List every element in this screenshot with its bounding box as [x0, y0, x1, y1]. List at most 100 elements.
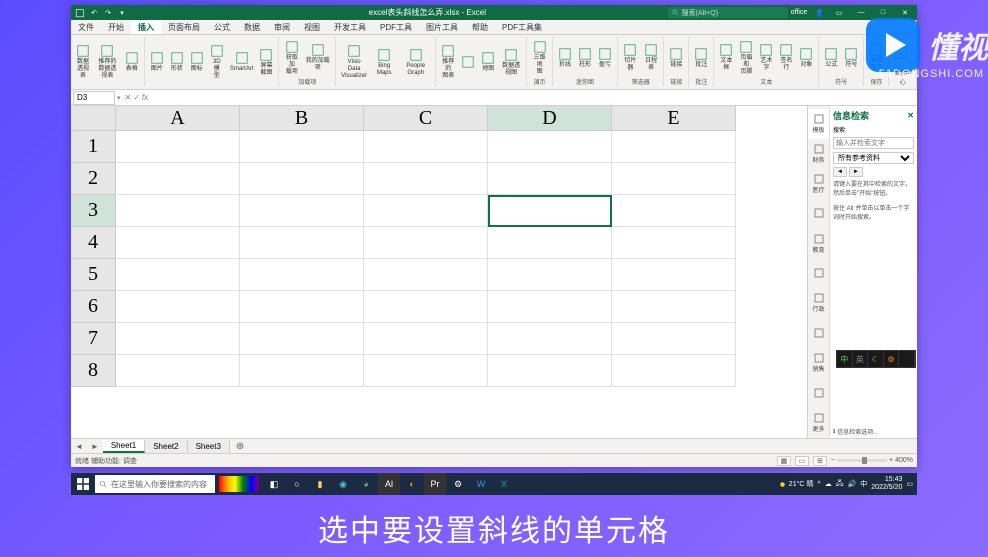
- spine-item-7[interactable]: [808, 318, 829, 348]
- taskbar-search[interactable]: 在这里输入你要搜索的内容: [95, 475, 215, 493]
- taskbar-app-edge[interactable]: ◉: [332, 473, 354, 495]
- start-button[interactable]: [71, 473, 95, 495]
- ribbon-tab-7[interactable]: 视图: [297, 20, 327, 34]
- select-all-corner[interactable]: [71, 106, 116, 131]
- task-view-icon[interactable]: ◧: [263, 473, 285, 495]
- cell-A2[interactable]: [116, 163, 240, 195]
- notifications-icon[interactable]: ▭: [906, 480, 913, 488]
- save-icon[interactable]: [75, 8, 85, 18]
- ribbon-tab-8[interactable]: 开发工具: [327, 20, 373, 34]
- ribbon-button-1-0[interactable]: 图片: [148, 38, 166, 86]
- cell-E8[interactable]: [612, 355, 736, 387]
- cell-C4[interactable]: [364, 227, 488, 259]
- ribbon-button-6-1[interactable]: 柱形: [576, 38, 594, 77]
- col-header-D[interactable]: D: [488, 106, 612, 131]
- ime-button-2[interactable]: ☾: [868, 351, 884, 367]
- fx-icon[interactable]: fx: [142, 93, 148, 102]
- ribbon-button-4-1[interactable]: [459, 38, 477, 86]
- sheet-tab-Sheet2[interactable]: Sheet2: [145, 440, 187, 453]
- ribbon-button-5-0[interactable]: 三维地图: [530, 38, 549, 77]
- cell-B4[interactable]: [240, 227, 364, 259]
- taskbar-app-excel[interactable]: X: [493, 473, 515, 495]
- taskbar-app-settings[interactable]: ⚙: [447, 473, 469, 495]
- ribbon-button-3-0[interactable]: Visio DataVisualizer: [339, 38, 369, 86]
- sheet-tab-Sheet1[interactable]: Sheet1: [103, 440, 145, 453]
- zoom-level[interactable]: 400%: [895, 457, 913, 464]
- tray-clock[interactable]: 15:43 2022/5/20: [871, 476, 902, 492]
- ribbon-button-4-3[interactable]: 数据透视图: [499, 38, 523, 86]
- ribbon-button-11-1[interactable]: 符号: [842, 38, 860, 77]
- sheet-nav-prev-icon[interactable]: ◄: [71, 442, 87, 451]
- cell-A6[interactable]: [116, 291, 240, 323]
- tray-network-icon[interactable]: 🖧: [836, 479, 844, 490]
- row-header-8[interactable]: 8: [71, 355, 116, 387]
- ribbon-button-4-2[interactable]: 地图: [479, 38, 497, 86]
- task-pane-search-input[interactable]: [833, 137, 914, 149]
- cell-A3[interactable]: [116, 195, 240, 227]
- tray-cloud-icon[interactable]: ☁: [825, 480, 832, 488]
- col-header-B[interactable]: B: [240, 106, 364, 131]
- ribbon-tab-0[interactable]: 文件: [71, 20, 101, 34]
- col-header-A[interactable]: A: [116, 106, 240, 131]
- ribbon-button-3-1[interactable]: Bing Maps: [371, 38, 397, 86]
- qat-dropdown-icon[interactable]: ▾: [117, 8, 127, 18]
- ribbon-button-7-1[interactable]: 日程表: [642, 38, 661, 77]
- spine-item-3[interactable]: [808, 199, 829, 229]
- ribbon-button-1-2[interactable]: 图标: [188, 38, 206, 86]
- cell-E1[interactable]: [612, 131, 736, 163]
- taskbar-app-3[interactable]: Pr: [424, 473, 446, 495]
- normal-view-button[interactable]: ▦: [777, 456, 791, 466]
- taskbar-widget[interactable]: [219, 476, 259, 492]
- ribbon-button-7-0[interactable]: 切片器: [621, 38, 640, 77]
- ime-button-3[interactable]: ⚙: [884, 351, 900, 367]
- spine-item-1[interactable]: 财务: [808, 139, 829, 169]
- cell-D8[interactable]: [488, 355, 612, 387]
- cell-C2[interactable]: [364, 163, 488, 195]
- ribbon-button-1-5[interactable]: 屏幕截图: [257, 38, 275, 86]
- taskbar-app-word[interactable]: W: [470, 473, 492, 495]
- task-pane-back-button[interactable]: ◄: [833, 167, 847, 177]
- row-header-5[interactable]: 5: [71, 259, 116, 291]
- cell-A7[interactable]: [116, 323, 240, 355]
- ribbon-button-10-3[interactable]: 签名行: [777, 38, 795, 77]
- ribbon-button-2-1[interactable]: 我的加载项: [303, 38, 332, 77]
- ribbon-button-6-0[interactable]: 折线: [556, 38, 574, 77]
- ribbon-tab-12[interactable]: PDF工具集: [495, 20, 549, 34]
- ribbon-tab-11[interactable]: 帮助: [465, 20, 495, 34]
- col-header-C[interactable]: C: [364, 106, 488, 131]
- taskbar-app-explorer[interactable]: ▮: [309, 473, 331, 495]
- taskbar-app-2[interactable]: ◐: [401, 473, 423, 495]
- spine-item-2[interactable]: 医疗: [808, 169, 829, 199]
- cell-D2[interactable]: [488, 163, 612, 195]
- ribbon-tab-6[interactable]: 审阅: [267, 20, 297, 34]
- ribbon-tab-2[interactable]: 插入: [131, 20, 161, 34]
- taskbar-app-1[interactable]: Al: [378, 473, 400, 495]
- cell-C1[interactable]: [364, 131, 488, 163]
- sheet-tab-Sheet3[interactable]: Sheet3: [188, 440, 230, 453]
- cell-D5[interactable]: [488, 259, 612, 291]
- zoom-slider[interactable]: [837, 459, 887, 462]
- cell-C8[interactable]: [364, 355, 488, 387]
- cell-A5[interactable]: [116, 259, 240, 291]
- ribbon-button-0-0[interactable]: 数据透视表: [74, 38, 92, 86]
- cell-E6[interactable]: [612, 291, 736, 323]
- spine-item-10[interactable]: 更多: [808, 408, 829, 438]
- tray-chevron-icon[interactable]: ^: [817, 481, 820, 488]
- spine-item-4[interactable]: 教育: [808, 229, 829, 259]
- row-header-6[interactable]: 6: [71, 291, 116, 323]
- ribbon-button-10-0[interactable]: 文本框: [717, 38, 735, 77]
- ribbon-tab-5[interactable]: 数据: [237, 20, 267, 34]
- ribbon-button-6-2[interactable]: 盈亏: [596, 38, 614, 77]
- add-sheet-button[interactable]: ⊕: [230, 441, 250, 452]
- row-header-4[interactable]: 4: [71, 227, 116, 259]
- zoom-in-button[interactable]: +: [889, 457, 893, 464]
- ribbon-tab-10[interactable]: 图片工具: [419, 20, 465, 34]
- cell-D1[interactable]: [488, 131, 612, 163]
- cell-E4[interactable]: [612, 227, 736, 259]
- enter-formula-icon[interactable]: ✓: [133, 93, 140, 102]
- cell-E2[interactable]: [612, 163, 736, 195]
- cell-D3[interactable]: [488, 195, 612, 227]
- ribbon-button-3-2[interactable]: People Graph: [399, 38, 432, 86]
- cell-C5[interactable]: [364, 259, 488, 291]
- zoom-out-button[interactable]: −: [831, 457, 835, 464]
